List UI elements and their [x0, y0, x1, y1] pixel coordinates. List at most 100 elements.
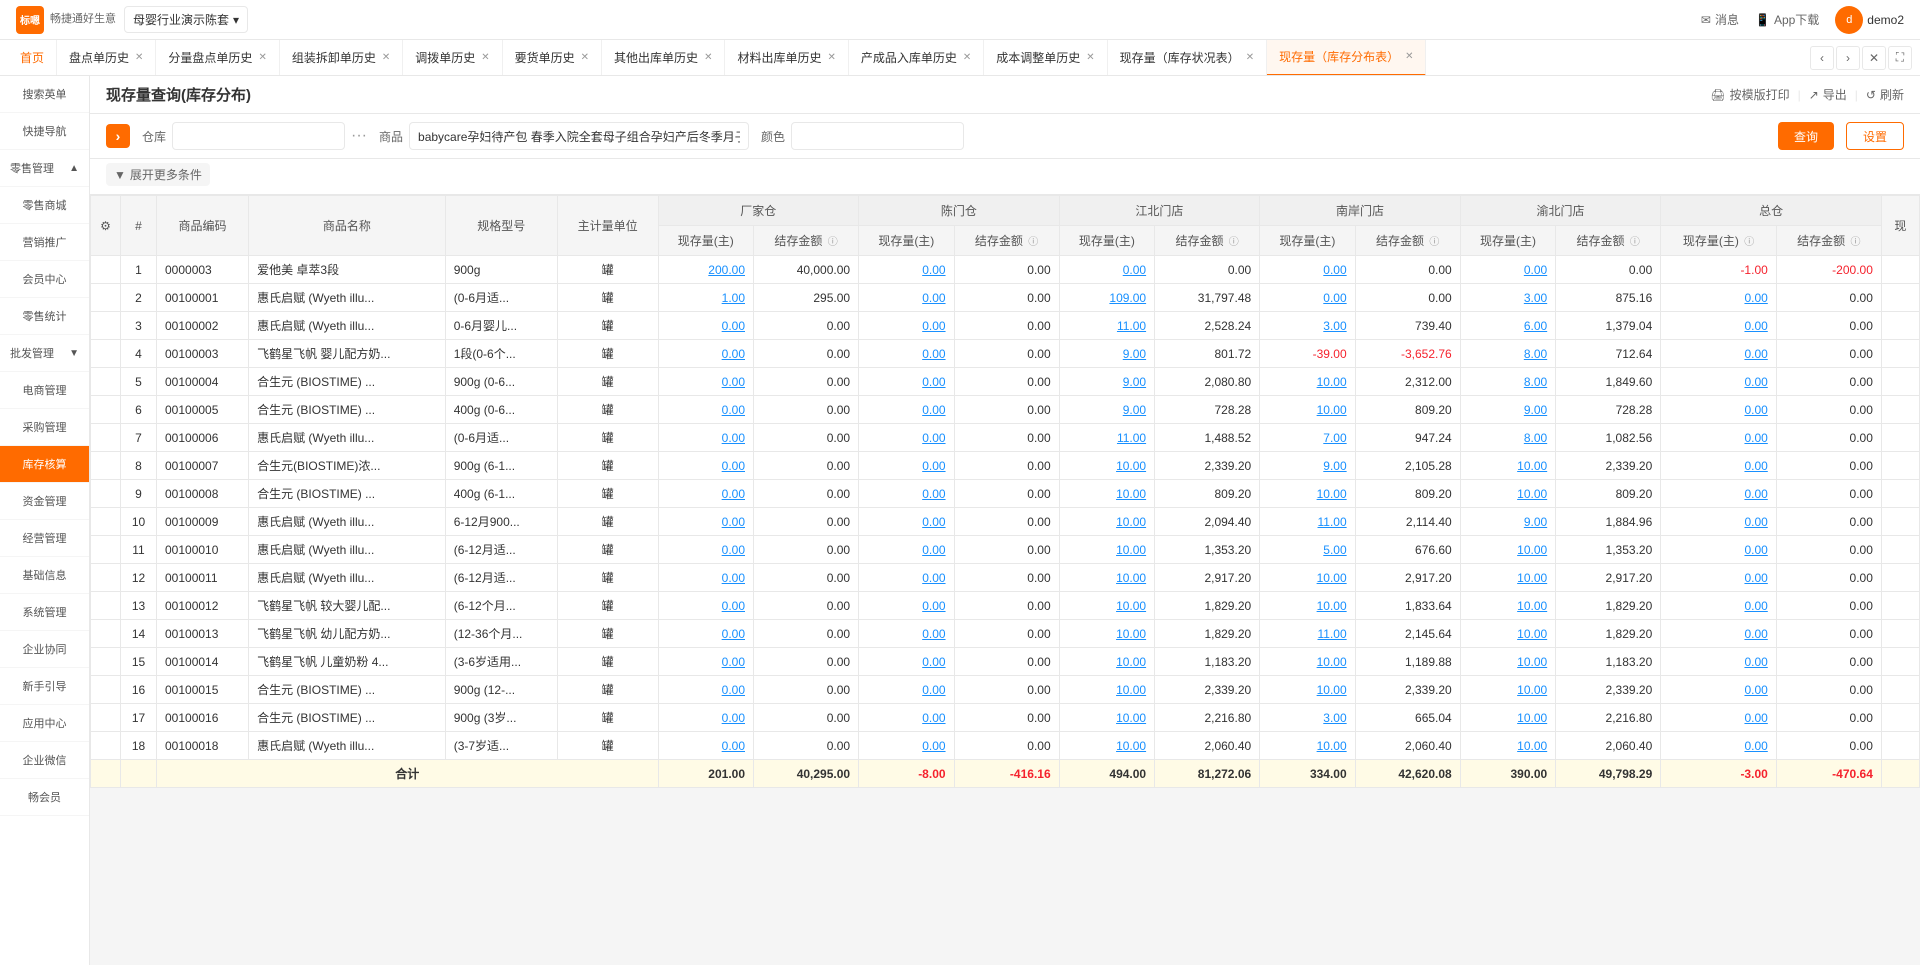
info-icon[interactable]: ⓘ — [1851, 237, 1861, 248]
cell-settings — [91, 312, 121, 340]
tab-pdd[interactable]: 盘点单历史 ✕ — [57, 40, 156, 76]
sidebar-item-retail[interactable]: 零售管理 ▲ — [0, 150, 89, 187]
th-factory-stock: 现存量(主) — [658, 226, 753, 256]
refresh-button[interactable]: ↺ 刷新 — [1866, 86, 1904, 103]
cell-current — [1881, 424, 1919, 452]
sidebar-item-inventory[interactable]: 库存核算 — [0, 446, 89, 483]
cell-code: 00100008 — [157, 480, 249, 508]
table-row: 15 00100014 飞鹤星飞帆 儿童奶粉 4... (3-6岁适用... 罐… — [91, 648, 1920, 676]
query-button[interactable]: 查询 — [1778, 122, 1834, 150]
cell-chenmen-stock: 0.00 — [859, 480, 954, 508]
sidebar-item-basic[interactable]: 基础信息 — [0, 557, 89, 594]
summary-settings — [91, 760, 121, 788]
close-icon[interactable]: ✕ — [135, 52, 143, 63]
user-profile[interactable]: d demo2 — [1835, 6, 1904, 34]
close-icon[interactable]: ✕ — [1405, 51, 1413, 62]
close-icon[interactable]: ✕ — [963, 52, 971, 63]
cell-name: 合生元 (BIOSTIME) ... — [249, 704, 446, 732]
cell-jiangbei-stock: 0.00 — [1059, 256, 1154, 284]
nav-next-button[interactable]: › — [1836, 46, 1860, 70]
close-icon[interactable]: ✕ — [1086, 52, 1094, 63]
tab-ccrk[interactable]: 产成品入库单历史 ✕ — [849, 40, 984, 76]
cell-code: 00100004 — [157, 368, 249, 396]
color-input[interactable] — [791, 122, 964, 150]
cell-current — [1881, 452, 1919, 480]
sidebar-item-member[interactable]: 会员中心 — [0, 261, 89, 298]
info-icon[interactable]: ⓘ — [1744, 237, 1754, 248]
info-icon[interactable]: ⓘ — [1229, 237, 1239, 248]
sidebar-item-purchase[interactable]: 采购管理 — [0, 409, 89, 446]
cell-spec: 900g (12-... — [445, 676, 557, 704]
cell-spec: (3-6岁适用... — [445, 648, 557, 676]
goods-input[interactable] — [409, 122, 749, 150]
nav-close-all-button[interactable]: ✕ — [1862, 46, 1886, 70]
warehouse-dots[interactable]: ··· — [351, 127, 367, 145]
warehouse-input[interactable] — [172, 122, 345, 150]
info-icon[interactable]: ⓘ — [828, 237, 838, 248]
info-icon[interactable]: ⓘ — [1630, 237, 1640, 248]
close-icon[interactable]: ✕ — [1246, 52, 1254, 63]
sidebar-item-collab[interactable]: 企业协同 — [0, 631, 89, 668]
cell-name: 合生元 (BIOSTIME) ... — [249, 396, 446, 424]
sidebar-item-finance[interactable]: 资金管理 — [0, 483, 89, 520]
close-icon[interactable]: ✕ — [481, 52, 489, 63]
sidebar-ecommerce-label: 电商管理 — [23, 385, 67, 397]
summary-chenmen-stock: -8.00 — [859, 760, 954, 788]
close-icon[interactable]: ✕ — [258, 52, 266, 63]
close-icon[interactable]: ✕ — [581, 52, 589, 63]
nav-expand-button[interactable]: ⛶ — [1888, 46, 1912, 70]
export-button[interactable]: ↗ 导出 — [1809, 86, 1847, 103]
cell-chenmen-stock: 0.00 — [859, 368, 954, 396]
sidebar-item-retailshop[interactable]: 零售商城 — [0, 187, 89, 224]
setting-button[interactable]: 设置 — [1846, 122, 1904, 150]
sidebar-item-search[interactable]: 搜索英单 — [0, 76, 89, 113]
tab-zccd[interactable]: 组装拆卸单历史 ✕ — [280, 40, 403, 76]
tab-cbtz[interactable]: 成本调整单历史 ✕ — [984, 40, 1107, 76]
sidebar-item-apps[interactable]: 应用中心 — [0, 705, 89, 742]
cell-yuibei-amt: 1,829.20 — [1556, 592, 1661, 620]
industry-selector[interactable]: 母婴行业演示陈套 ▾ — [124, 6, 248, 33]
sidebar-item-system[interactable]: 系统管理 — [0, 594, 89, 631]
sidebar-item-wechat[interactable]: 企业微信 — [0, 742, 89, 779]
sidebar-membership-label: 畅会员 — [28, 792, 61, 804]
message-button[interactable]: ✉ 消息 — [1701, 11, 1739, 28]
sidebar-item-wholesale[interactable]: 批发管理 ▼ — [0, 335, 89, 372]
tab-clck[interactable]: 材料出库单历史 ✕ — [725, 40, 848, 76]
close-icon[interactable]: ✕ — [704, 52, 712, 63]
print-button[interactable]: 🖨 按模版打印 — [1710, 86, 1789, 103]
sidebar-item-marketing[interactable]: 营销推广 — [0, 224, 89, 261]
cell-total-stock: 0.00 — [1661, 480, 1777, 508]
close-icon[interactable]: ✕ — [382, 52, 390, 63]
cell-nanyan-stock: 10.00 — [1260, 676, 1355, 704]
sidebar-item-retailstat[interactable]: 零售统计 — [0, 298, 89, 335]
sidebar-item-guide[interactable]: 新手引导 — [0, 668, 89, 705]
tab-xclkqk[interactable]: 现存量（库存状况表） ✕ — [1108, 40, 1267, 76]
cell-yuibei-stock: 0.00 — [1460, 256, 1555, 284]
sidebar-item-ecommerce[interactable]: 电商管理 — [0, 372, 89, 409]
tab-qtck[interactable]: 其他出库单历史 ✕ — [602, 40, 725, 76]
th-total: 总仓 — [1661, 196, 1882, 226]
tab-fldd[interactable]: 分量盘点单历史 ✕ — [156, 40, 279, 76]
expand-more-button[interactable]: ▼ 展开更多条件 — [106, 163, 210, 186]
tab-xclkfb[interactable]: 现存量（库存分布表） ✕ — [1267, 40, 1426, 76]
cell-jiangbei-amt: 1,488.52 — [1155, 424, 1260, 452]
tab-tbd[interactable]: 调拨单历史 ✕ — [403, 40, 502, 76]
th-settings[interactable]: ⚙ — [91, 196, 121, 256]
sidebar-item-membership[interactable]: 畅会员 — [0, 779, 89, 816]
filter-toggle-button[interactable]: › — [106, 124, 130, 148]
sidebar-item-operation[interactable]: 经营管理 — [0, 520, 89, 557]
tab-yhd[interactable]: 要货单历史 ✕ — [503, 40, 602, 76]
app-download-button[interactable]: 📱 App下载 — [1755, 11, 1819, 28]
cell-code: 00100006 — [157, 424, 249, 452]
cell-factory-amt: 295.00 — [754, 284, 859, 312]
cell-nanyan-amt: 809.20 — [1355, 396, 1460, 424]
nav-prev-button[interactable]: ‹ — [1810, 46, 1834, 70]
sidebar-item-nav[interactable]: 快捷导航 — [0, 113, 89, 150]
info-icon[interactable]: ⓘ — [1028, 237, 1038, 248]
info-icon[interactable]: ⓘ — [1429, 237, 1439, 248]
close-icon[interactable]: ✕ — [827, 52, 835, 63]
tab-home[interactable]: 首页 — [8, 40, 57, 76]
refresh-label: 刷新 — [1880, 86, 1904, 103]
cell-total-amt: 0.00 — [1776, 704, 1881, 732]
cell-name: 合生元 (BIOSTIME) ... — [249, 368, 446, 396]
